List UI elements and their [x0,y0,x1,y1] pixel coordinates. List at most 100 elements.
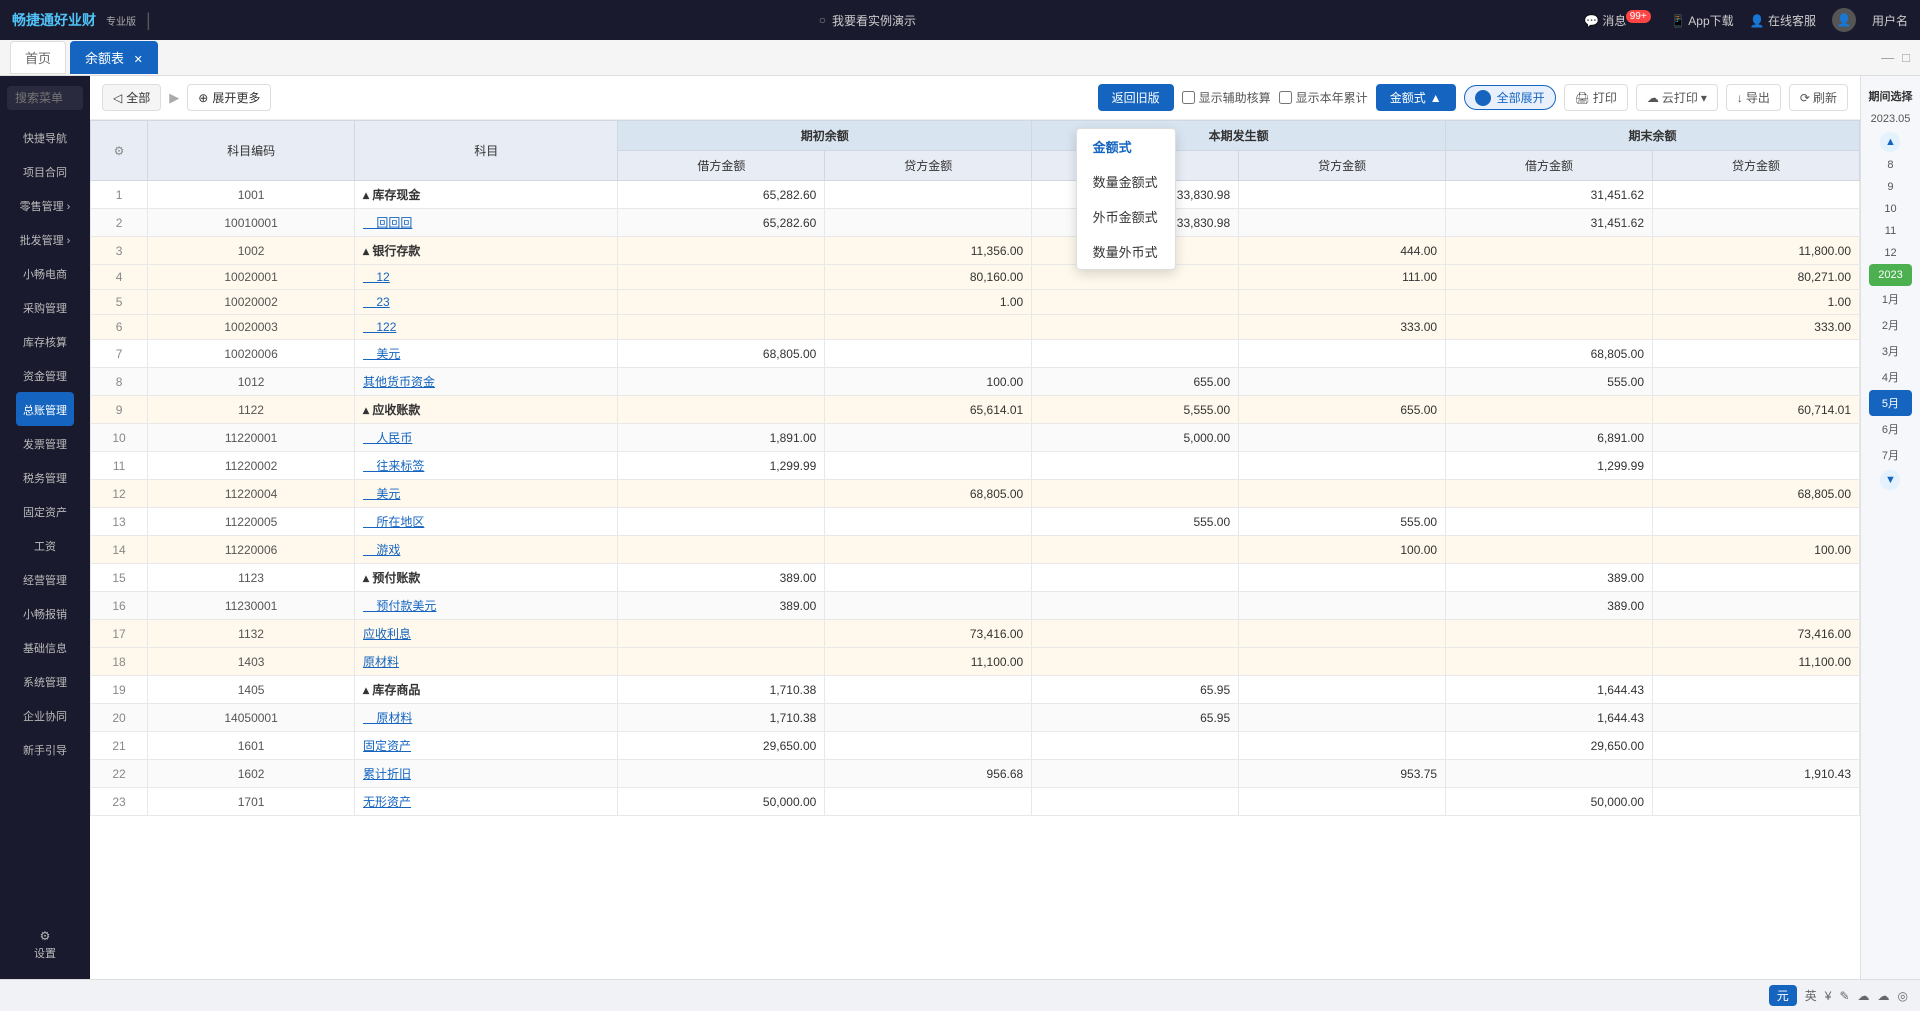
sidebar-item-ledger[interactable]: 总账管理 [16,392,75,426]
period-month-item[interactable]: 2023 [1869,264,1913,286]
row-subject[interactable]: 固定资产 [355,732,618,760]
online-service-btn[interactable]: 👤 在线客服 [1750,12,1816,29]
return-old-btn[interactable]: 返回旧版 [1098,84,1174,111]
style-option-qty-foreign[interactable]: 数量外币式 [1077,234,1175,269]
period-month-item[interactable]: 6月 [1869,416,1913,442]
period-month-item[interactable]: 8 [1869,154,1913,176]
sidebar-item-finance[interactable]: 资金管理 [16,358,75,392]
row-c-debit [1032,290,1239,315]
message-btn[interactable]: 💬 消息 99+ [1584,12,1655,29]
row-subject[interactable]: 23 [355,290,618,315]
sidebar-item-ecommerce[interactable]: 小畅电商 [16,256,75,290]
nav-arrow-icon: ▶ [169,90,179,106]
period-month-item[interactable]: 9 [1869,176,1913,198]
demo-link[interactable]: ○ 我要看实例演示 [819,12,916,29]
bottom-lang[interactable]: 英 [1805,987,1817,1004]
style-btn[interactable]: 金额式 ▲ [1376,84,1456,111]
search-input[interactable] [7,86,83,110]
sidebar-item-invoice[interactable]: 发票管理 [16,426,75,460]
sidebar-item-project[interactable]: 项目合同 [16,154,75,188]
row-subject[interactable]: 12 [355,265,618,290]
row-subject[interactable]: 游戏 [355,536,618,564]
period-month-item[interactable]: 10 [1869,198,1913,220]
tab-balance[interactable]: 余额表 ✕ [70,41,158,74]
app-download-btn[interactable]: 📱 App下载 [1671,12,1734,29]
row-subject[interactable]: 美元 [355,340,618,368]
sidebar-item-retail[interactable]: 零售管理 › [16,188,75,222]
row-num: 19 [91,676,148,704]
period-expand-btn[interactable]: ▼ [1880,470,1900,490]
row-e-debit: 1,299.99 [1446,452,1653,480]
sidebar-item-settings[interactable]: ⚙ 设置 [30,921,60,969]
period-month-item[interactable]: 12 [1869,242,1913,264]
user-avatar[interactable]: 👤 [1832,8,1856,32]
row-subject[interactable]: 其他货币资金 [355,368,618,396]
period-month-item[interactable]: 5月 [1869,390,1913,416]
cloud-print-btn[interactable]: ☁ 云打印 ▾ [1636,84,1718,111]
row-o-debit [618,760,825,788]
refresh-btn[interactable]: ⟳ 刷新 [1789,84,1848,111]
bottom-currency[interactable]: 元 [1769,985,1797,1006]
row-subject[interactable]: 往来标签 [355,452,618,480]
col-settings-header[interactable]: ⚙ [91,121,148,181]
assist-check-label[interactable]: 显示辅助核算 [1182,89,1271,106]
sidebar-item-wholesale[interactable]: 批发管理 › [16,222,75,256]
expand-all-toggle[interactable]: 全部展开 [1464,85,1556,110]
bottom-cloud2-icon[interactable]: ☁ [1878,989,1890,1003]
window-maximize-btn[interactable]: □ [1902,50,1910,65]
row-subject[interactable]: 人民币 [355,424,618,452]
print-btn[interactable]: 🖨 打印 [1564,84,1628,111]
period-month-item[interactable]: 7月 [1869,442,1913,468]
row-subject[interactable]: 回回回 [355,209,618,237]
sidebar-item-inventory[interactable]: 库存核算 [16,324,75,358]
bottom-edit-icon[interactable]: ✎ [1839,989,1849,1003]
period-month-item[interactable]: 1月 [1869,286,1913,312]
sidebar-item-cooperation[interactable]: 企业协同 [16,698,75,732]
row-subject[interactable]: 累计折旧 [355,760,618,788]
row-subject[interactable]: 122 [355,315,618,340]
period-month-item[interactable]: 2月 [1869,312,1913,338]
style-option-foreign-amount[interactable]: 外币金额式 [1077,199,1175,234]
row-o-debit: 1,891.00 [618,424,825,452]
row-subject[interactable]: 所在地区 [355,508,618,536]
bottom-circle-icon[interactable]: ◎ [1898,989,1908,1003]
expand-btn[interactable]: ⊕ 展开更多 [187,84,271,111]
row-e-debit: 1,644.43 [1446,704,1653,732]
period-month-item[interactable]: 11 [1869,220,1913,242]
sidebar-item-sales[interactable]: 小畅报销 [16,596,75,630]
window-minimize-btn[interactable]: — [1881,50,1894,65]
year-checkbox[interactable] [1279,91,1292,104]
period-collapse-btn[interactable]: ▲ [1880,132,1900,152]
header-right: 💬 消息 99+ 📱 App下载 👤 在线客服 👤 用户名 [1584,8,1908,32]
sidebar-item-system[interactable]: 系统管理 [16,664,75,698]
year-check-label[interactable]: 显示本年累计 [1279,89,1368,106]
sidebar-item-operations[interactable]: 经营管理 [16,562,75,596]
sidebar-item-quick-nav[interactable]: 快捷导航 [16,120,75,154]
col-opening-credit: 贷方金额 [825,151,1032,181]
export-btn[interactable]: ↓ 导出 [1726,84,1781,111]
row-subject[interactable]: 应收利息 [355,620,618,648]
assist-checkbox[interactable] [1182,91,1195,104]
bottom-cloud1-icon[interactable]: ☁ [1858,989,1870,1003]
sidebar-item-payroll[interactable]: 工资 [16,528,75,562]
settings-icon[interactable]: ⚙ [114,144,125,158]
breadcrumb-btn[interactable]: ◁ 全部 [102,84,161,111]
period-month-item[interactable]: 3月 [1869,338,1913,364]
row-subject[interactable]: 原材料 [355,704,618,732]
sidebar-item-tax[interactable]: 税务管理 [16,460,75,494]
sidebar-item-basic[interactable]: 基础信息 [16,630,75,664]
sidebar-item-fixed-assets[interactable]: 固定资产 [16,494,75,528]
row-subject[interactable]: 无形资产 [355,788,618,816]
row-subject[interactable]: 美元 [355,480,618,508]
period-year-item[interactable]: 2023.05 [1869,108,1913,130]
tab-close-btn[interactable]: ✕ [134,54,143,66]
table-row: 21 1601 固定资产 29,650.00 29,650.00 [91,732,1860,760]
row-subject[interactable]: 预付款美元 [355,592,618,620]
style-option-qty-amount[interactable]: 数量金额式 [1077,164,1175,199]
tab-home[interactable]: 首页 [10,41,66,74]
style-option-amount[interactable]: 金额式 [1077,129,1175,164]
period-month-item[interactable]: 4月 [1869,364,1913,390]
sidebar-item-purchase[interactable]: 采购管理 [16,290,75,324]
sidebar-item-guide[interactable]: 新手引导 [16,732,75,766]
row-subject[interactable]: 原材料 [355,648,618,676]
